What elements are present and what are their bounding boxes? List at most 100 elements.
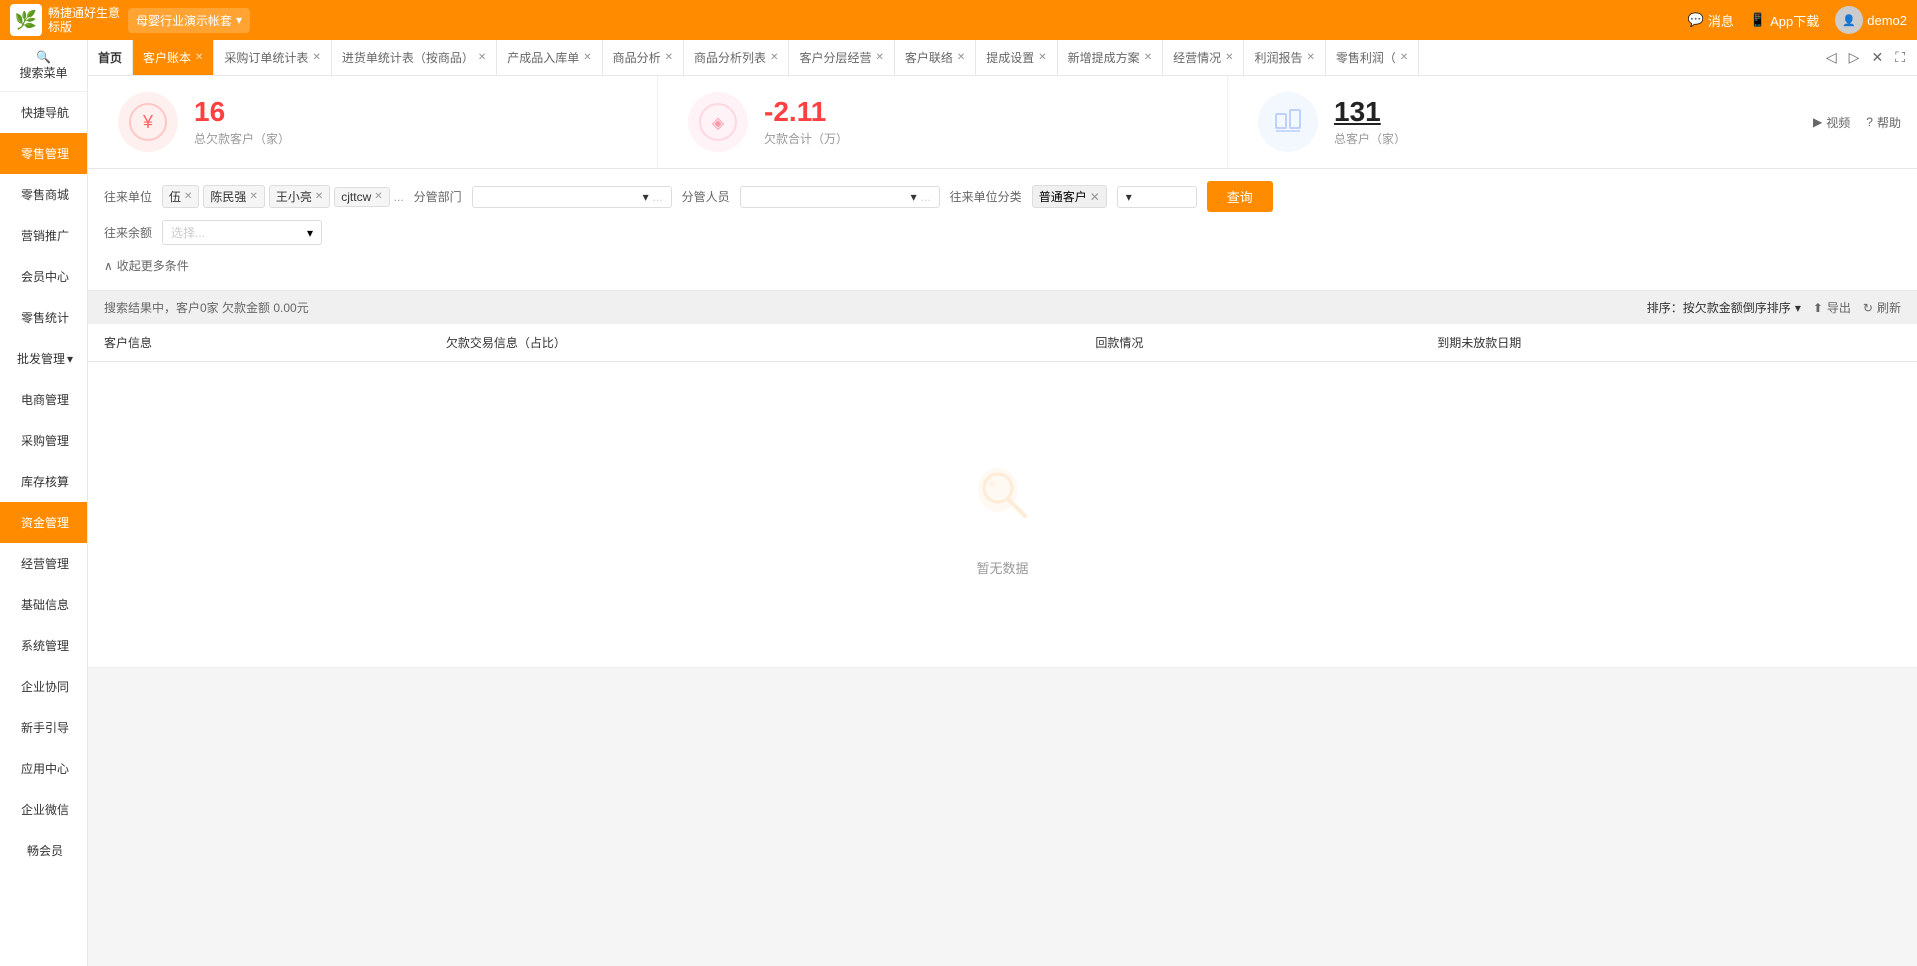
remove-tag-wang[interactable]: ✕ xyxy=(315,191,323,202)
tab-home[interactable]: 首页 xyxy=(88,40,133,76)
sidebar-item-retail-mall[interactable]: 零售商城 xyxy=(0,174,87,215)
tab-customer-contact[interactable]: 客户联络 ✕ xyxy=(895,40,976,76)
account-dropdown[interactable]: 母婴行业演示帐套 ▾ xyxy=(128,8,250,33)
sidebar-item-ecommerce[interactable]: 电商管理 xyxy=(0,379,87,420)
remove-unit-class[interactable]: ✕ xyxy=(1090,190,1100,204)
total-customers-value: 131 xyxy=(1334,98,1406,126)
query-button[interactable]: 查询 xyxy=(1207,181,1273,212)
tab-customer-segment[interactable]: 客户分层经营 ✕ xyxy=(789,40,894,76)
sidebar-item-quick-nav[interactable]: 快捷导航 xyxy=(0,92,87,133)
tab-promotion-settings[interactable]: 提成设置 ✕ xyxy=(976,40,1057,76)
balance-filter-label: 往来余额 xyxy=(104,224,152,241)
data-table: 客户信息 欠款交易信息（占比） 回款情况 到期未放款日期 xyxy=(88,324,1917,668)
tab-nav-left[interactable]: ◁ xyxy=(1822,47,1841,68)
app-download-button[interactable]: 📱 App下载 xyxy=(1750,11,1819,30)
debit-customers-label: 总欠款客户（家） xyxy=(194,130,290,147)
results-actions: 排序：按欠款金额倒序排序 ▾ ⬆ 导出 ↻ 刷新 xyxy=(1647,299,1901,316)
remove-tag-cjttcw[interactable]: ✕ xyxy=(374,191,382,202)
sidebar-item-app-center[interactable]: 应用中心 xyxy=(0,748,87,789)
avatar: 👤 xyxy=(1835,6,1863,34)
total-customers-info: 131 总客户（家） xyxy=(1334,98,1406,147)
debit-total-value: -2.11 xyxy=(764,98,848,126)
sidebar-item-inventory[interactable]: 库存核算 xyxy=(0,461,87,502)
tab-product-inbound[interactable]: 产成品入库单 ✕ xyxy=(497,40,602,76)
results-info: 搜索结果中，客户0家 欠款金额 0.00元 排序：按欠款金额倒序排序 ▾ ⬆ 导… xyxy=(88,291,1917,324)
tab-new-achievement[interactable]: 新增提成方案 ✕ xyxy=(1058,40,1163,76)
sidebar-item-finance[interactable]: 资金管理 xyxy=(0,502,87,543)
user-profile[interactable]: 👤 demo2 xyxy=(1835,6,1907,34)
total-customers-icon xyxy=(1258,92,1318,152)
debit-total-icon: ◈ xyxy=(688,92,748,152)
sidebar-item-new-user[interactable]: 新手引导 xyxy=(0,707,87,748)
help-button[interactable]: ? 帮助 xyxy=(1866,114,1901,131)
tab-close-icon[interactable]: ✕ xyxy=(1144,52,1152,63)
tab-close-icon[interactable]: ✕ xyxy=(1400,52,1408,63)
sidebar-item-wholesale[interactable]: 批发管理 ▾ xyxy=(0,338,87,379)
chevron-down-icon: ▾ xyxy=(67,352,73,366)
tab-close-icon[interactable]: ✕ xyxy=(478,52,486,63)
message-button[interactable]: 💬 消息 xyxy=(1688,11,1734,30)
sidebar-item-basic-info[interactable]: 基础信息 xyxy=(0,584,87,625)
sidebar-item-member[interactable]: 会员中心 xyxy=(0,256,87,297)
remove-tag-wu[interactable]: ✕ xyxy=(184,191,192,202)
refresh-button[interactable]: ↻ 刷新 xyxy=(1863,299,1901,316)
chevron-down-icon: ▾ xyxy=(1126,190,1132,204)
sidebar-item-system[interactable]: 系统管理 xyxy=(0,625,87,666)
tab-bar: 首页 客户账本 ✕ 采购订单统计表 ✕ 进货单统计表（按商品） ✕ 产成品入库单… xyxy=(88,40,1917,76)
tab-close-all[interactable]: ✕ xyxy=(1867,47,1887,68)
sidebar-item-enterprise[interactable]: 企业协同 xyxy=(0,666,87,707)
tab-retail-profit[interactable]: 零售利润（ ✕ xyxy=(1326,40,1419,76)
filter-tag-wang: 王小亮 ✕ xyxy=(269,185,330,208)
top-header: 🌿 畅捷通好生意 标版 母婴行业演示帐套 ▾ 💬 消息 📱 App下载 👤 de… xyxy=(0,0,1917,40)
debit-customers-value: 16 xyxy=(194,98,290,126)
tab-close-icon[interactable]: ✕ xyxy=(1225,52,1233,63)
main-layout: 🔍 搜索菜单 快捷导航 零售管理 零售商城 营销推广 会员中心 零售统计 批发管… xyxy=(0,40,1917,966)
tab-close-icon[interactable]: ✕ xyxy=(312,52,320,63)
stats-bar-actions: ▶ 视频 ? 帮助 xyxy=(1797,76,1917,168)
export-button[interactable]: ⬆ 导出 xyxy=(1813,299,1851,316)
page-content: ¥ 16 总欠款客户（家） ◈ xyxy=(88,76,1917,966)
tab-profit-report[interactable]: 利润报告 ✕ xyxy=(1244,40,1325,76)
header-left: 🌿 畅捷通好生意 标版 母婴行业演示帐套 ▾ xyxy=(10,4,250,36)
tab-purchase-order[interactable]: 采购订单统计表 ✕ xyxy=(214,40,331,76)
tab-close-icon[interactable]: ✕ xyxy=(665,52,673,63)
remove-tag-chen[interactable]: ✕ xyxy=(249,191,257,202)
stat-debit-customers: ¥ 16 总欠款客户（家） xyxy=(88,76,658,168)
sidebar-item-vip[interactable]: 畅会员 xyxy=(0,830,87,871)
sidebar-search[interactable]: 🔍 搜索菜单 xyxy=(0,40,87,92)
col-debit-info: 欠款交易信息（占比） xyxy=(430,324,1080,362)
tab-product-analysis-list[interactable]: 商品分析列表 ✕ xyxy=(684,40,789,76)
balance-filter-select[interactable]: 选择... ▾ xyxy=(162,220,322,245)
tab-close-icon[interactable]: ✕ xyxy=(1307,52,1315,63)
tab-inbound-stats[interactable]: 进货单统计表（按商品） ✕ xyxy=(332,40,497,76)
sidebar-item-purchase[interactable]: 采购管理 xyxy=(0,420,87,461)
sidebar-item-retail[interactable]: 零售管理 xyxy=(0,133,87,174)
tab-close-icon[interactable]: ✕ xyxy=(957,52,965,63)
sort-select[interactable]: 排序：按欠款金额倒序排序 ▾ xyxy=(1647,299,1801,316)
collapse-button[interactable]: ∧ 收起更多条件 xyxy=(104,257,1901,274)
sidebar-item-operations[interactable]: 经营管理 xyxy=(0,543,87,584)
tab-close-icon[interactable]: ✕ xyxy=(875,52,883,63)
unit-class-dropdown[interactable]: ▾ xyxy=(1117,186,1197,208)
tab-fullscreen[interactable]: ⛶ xyxy=(1891,47,1909,68)
tab-customer-account[interactable]: 客户账本 ✕ xyxy=(133,40,214,76)
sidebar-item-wechat[interactable]: 企业微信 xyxy=(0,789,87,830)
tab-product-analysis[interactable]: 商品分析 ✕ xyxy=(603,40,684,76)
filter-tag-cjttcw: cjttcw ✕ xyxy=(334,187,389,207)
debit-customers-icon: ¥ xyxy=(118,92,178,152)
filter-more-tags[interactable]: ... xyxy=(394,190,404,204)
sidebar-item-marketing[interactable]: 营销推广 xyxy=(0,215,87,256)
tab-close-icon[interactable]: ✕ xyxy=(770,52,778,63)
tab-close-icon[interactable]: ✕ xyxy=(583,52,591,63)
tab-close-icon[interactable]: ✕ xyxy=(1038,52,1046,63)
empty-icon xyxy=(963,452,1043,546)
stats-bar: ¥ 16 总欠款客户（家） ◈ xyxy=(88,76,1917,169)
sidebar-item-retail-stats[interactable]: 零售统计 xyxy=(0,297,87,338)
person-filter-select[interactable]: ▾ ... xyxy=(740,186,940,208)
tab-nav-right[interactable]: ▷ xyxy=(1845,47,1864,68)
video-help-button[interactable]: ▶ 视频 xyxy=(1813,114,1850,131)
unit-filter-label: 往来单位 xyxy=(104,188,152,205)
tab-operation-status[interactable]: 经营情况 ✕ xyxy=(1163,40,1244,76)
tab-close-icon[interactable]: ✕ xyxy=(195,52,203,63)
dept-filter-select[interactable]: ▾ ... xyxy=(472,186,672,208)
